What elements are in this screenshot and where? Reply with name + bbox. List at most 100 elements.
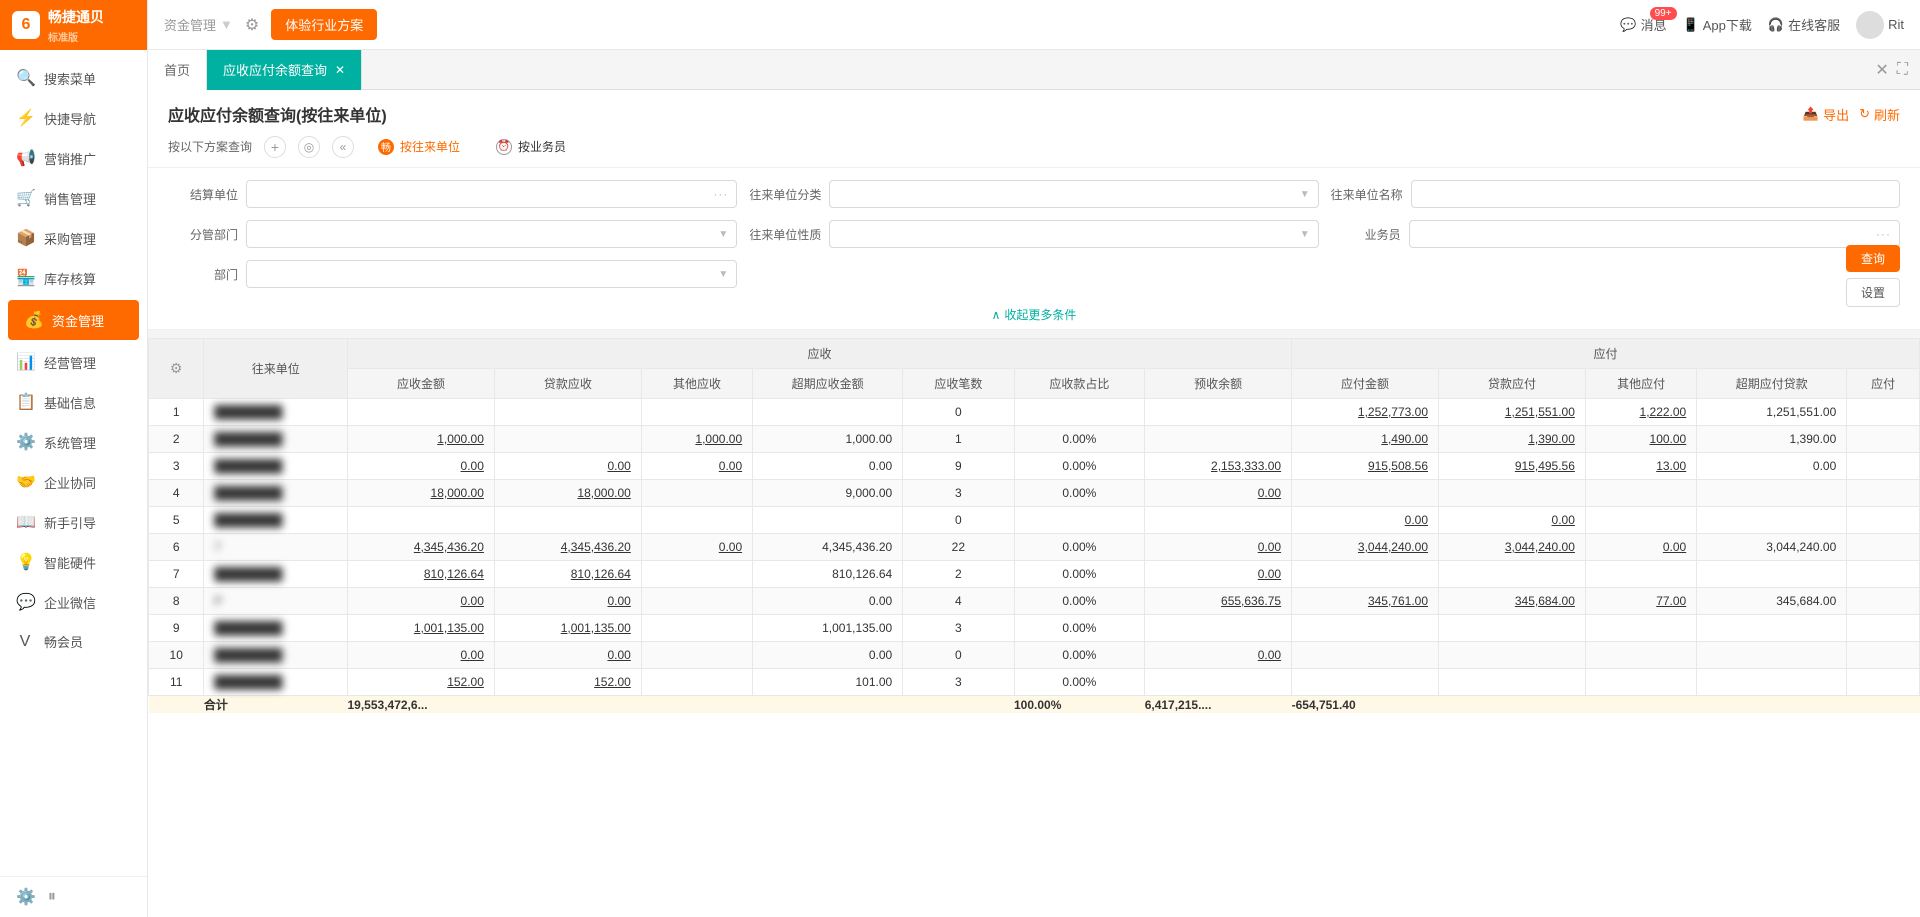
table-cell[interactable]: 4,345,436.20 (494, 534, 641, 561)
table-cell[interactable]: 810,126.64 (348, 561, 495, 588)
table-cell[interactable] (494, 399, 641, 426)
unit-nature-input[interactable]: ▼ (829, 220, 1318, 248)
table-cell[interactable] (1439, 669, 1586, 696)
table-cell[interactable]: 0.00 (1145, 642, 1292, 669)
tab-home[interactable]: 首页 (148, 50, 207, 90)
sidebar-item-畅会员[interactable]: V 畅会员 (0, 622, 147, 661)
collapse-sidebar-icon[interactable]: ⏸ (48, 888, 56, 906)
table-cell[interactable]: 0.00 (348, 453, 495, 480)
table-cell[interactable] (1145, 507, 1292, 534)
scheme-by-unit[interactable]: 畅 按往来单位 (366, 134, 472, 159)
export-button[interactable]: 📤 导出 (1803, 105, 1849, 124)
tab-close-icon[interactable]: ✕ (335, 63, 345, 77)
table-cell[interactable]: 77.00 (1585, 588, 1696, 615)
table-cell[interactable]: 0.00 (641, 453, 752, 480)
sidebar-item-智能硬件[interactable]: 💡 智能硬件 (0, 542, 147, 582)
table-cell[interactable] (494, 507, 641, 534)
dept-input[interactable]: ▼ (246, 220, 737, 248)
table-cell[interactable] (1292, 561, 1439, 588)
table-cell[interactable] (1292, 615, 1439, 642)
table-cell[interactable]: 0.00 (1585, 534, 1696, 561)
sidebar-item-经营管理[interactable]: 📊 经营管理 (0, 342, 147, 382)
table-cell[interactable] (348, 399, 495, 426)
gear-icon[interactable]: ⚙ (245, 15, 259, 35)
table-cell[interactable] (1439, 642, 1586, 669)
table-cell[interactable]: 0.00 (641, 534, 752, 561)
sidebar-item-企业协同[interactable]: 🤝 企业协同 (0, 462, 147, 502)
sidebar-item-基础信息[interactable]: 📋 基础信息 (0, 382, 147, 422)
salesman-input[interactable]: ··· (1409, 220, 1900, 248)
table-cell[interactable] (1292, 642, 1439, 669)
table-cell[interactable] (494, 426, 641, 453)
table-cell[interactable]: 13.00 (1585, 453, 1696, 480)
table-cell[interactable] (348, 507, 495, 534)
table-cell[interactable] (1585, 615, 1696, 642)
table-cell[interactable] (1585, 669, 1696, 696)
table-cell[interactable]: 0.00 (494, 642, 641, 669)
table-cell[interactable]: 0.00 (494, 453, 641, 480)
table-cell[interactable] (1585, 561, 1696, 588)
table-cell[interactable]: 0.00 (348, 642, 495, 669)
tab-receivables[interactable]: 应收应付余额查询 ✕ (207, 50, 362, 90)
table-cell[interactable] (641, 480, 752, 507)
table-cell[interactable]: 1,222.00 (1585, 399, 1696, 426)
sidebar-item-销售管理[interactable]: 🛒 销售管理 (0, 178, 147, 218)
table-cell[interactable] (1439, 615, 1586, 642)
table-cell[interactable]: 1,000.00 (641, 426, 752, 453)
table-cell[interactable] (1292, 669, 1439, 696)
refresh-button[interactable]: ↻ 刷新 (1859, 105, 1900, 124)
table-cell[interactable] (1145, 426, 1292, 453)
user-profile[interactable]: Rit (1856, 11, 1904, 39)
table-cell[interactable] (1145, 399, 1292, 426)
settlement-unit-input[interactable]: ··· (246, 180, 737, 208)
table-cell[interactable]: 1,490.00 (1292, 426, 1439, 453)
sidebar-item-搜索菜单[interactable]: 🔍 搜索菜单 (0, 58, 147, 98)
table-cell[interactable]: 0.00 (1292, 507, 1439, 534)
table-cell[interactable]: 1,390.00 (1439, 426, 1586, 453)
sidebar-item-系统管理[interactable]: ⚙️ 系统管理 (0, 422, 147, 462)
sidebar-item-快捷导航[interactable]: ⚡ 快捷导航 (0, 98, 147, 138)
table-cell[interactable]: 3,044,240.00 (1292, 534, 1439, 561)
table-cell[interactable] (1145, 615, 1292, 642)
fullscreen-icon[interactable]: ⛶ (1897, 61, 1908, 79)
table-cell[interactable]: 1,001,135.00 (494, 615, 641, 642)
table-cell[interactable]: 0.00 (494, 588, 641, 615)
sidebar-item-采购管理[interactable]: 📦 采购管理 (0, 218, 147, 258)
table-cell[interactable]: 1,252,773.00 (1292, 399, 1439, 426)
table-cell[interactable] (1439, 561, 1586, 588)
table-cell[interactable]: 0.00 (1145, 534, 1292, 561)
table-cell[interactable]: 152.00 (348, 669, 495, 696)
scheme-arrow-icon[interactable]: « (332, 136, 354, 158)
cta-button[interactable]: 体验行业方案 (271, 9, 377, 40)
add-scheme-btn[interactable]: + (264, 136, 286, 158)
settings-button[interactable]: 设置 (1846, 278, 1900, 307)
table-cell[interactable]: 915,508.56 (1292, 453, 1439, 480)
close-tab-icon[interactable]: ✕ (1875, 60, 1888, 80)
table-cell[interactable] (1585, 642, 1696, 669)
sidebar-item-营销推广[interactable]: 📢 营销推广 (0, 138, 147, 178)
sidebar-item-企业微信[interactable]: 💬 企业微信 (0, 582, 147, 622)
table-cell[interactable]: 0.00 (1439, 507, 1586, 534)
table-cell[interactable]: 655,636.75 (1145, 588, 1292, 615)
messages-button[interactable]: 💬 消息 99+ (1620, 15, 1666, 34)
collapse-row[interactable]: ∧ 收起更多条件 (148, 300, 1920, 330)
sidebar-item-资金管理[interactable]: 💰 资金管理 (8, 300, 139, 340)
table-cell[interactable] (1439, 480, 1586, 507)
table-cell[interactable]: 1,251,551.00 (1439, 399, 1586, 426)
table-cell[interactable]: 18,000.00 (348, 480, 495, 507)
table-cell[interactable]: 1,001,135.00 (348, 615, 495, 642)
sidebar-item-新手引导[interactable]: 📖 新手引导 (0, 502, 147, 542)
unit-name-input[interactable] (1411, 180, 1900, 208)
table-cell[interactable]: 345,684.00 (1439, 588, 1586, 615)
table-cell[interactable] (1292, 480, 1439, 507)
table-cell[interactable]: 0.00 (1145, 480, 1292, 507)
table-cell[interactable] (641, 561, 752, 588)
unit-category-input[interactable]: ▼ (829, 180, 1318, 208)
table-cell[interactable]: 3,044,240.00 (1439, 534, 1586, 561)
table-cell[interactable]: 0.00 (348, 588, 495, 615)
sidebar-item-库存核算[interactable]: 🏪 库存核算 (0, 258, 147, 298)
online-service-button[interactable]: 🎧 在线客服 (1768, 15, 1840, 34)
table-cell[interactable] (641, 642, 752, 669)
table-cell[interactable]: 100.00 (1585, 426, 1696, 453)
scheme-by-salesman[interactable]: ⏰ 按业务员 (484, 134, 578, 159)
